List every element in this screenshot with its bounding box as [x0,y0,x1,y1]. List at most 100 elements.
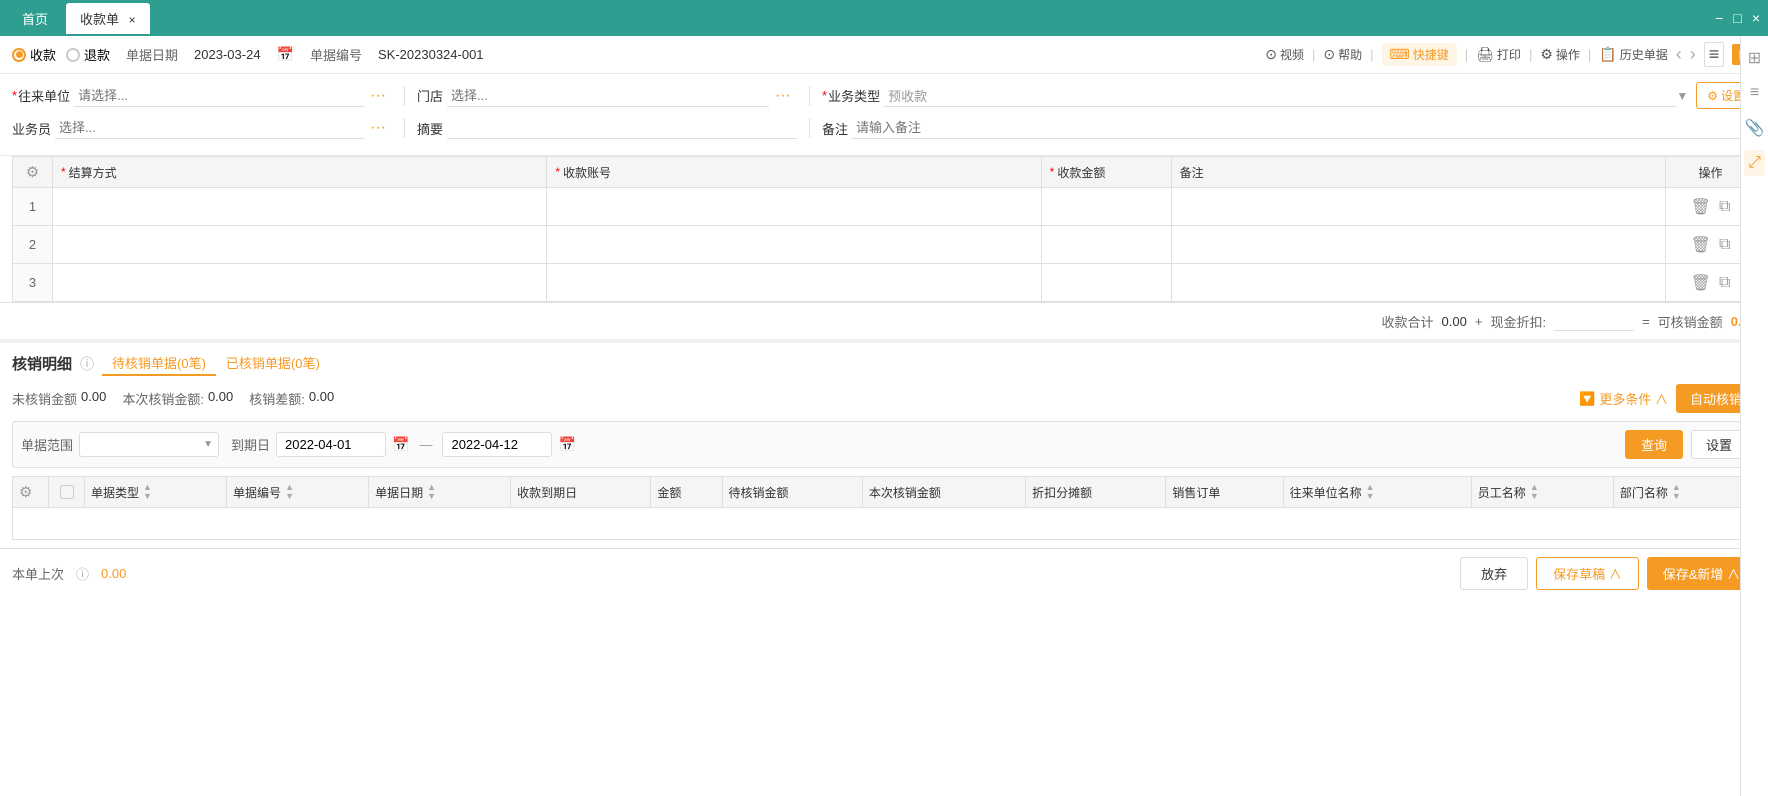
window-close-icon[interactable]: × [1752,10,1760,26]
settle-method-input-1[interactable] [53,188,546,225]
tab-receipt[interactable]: 收款单 × [66,3,150,34]
col-discount: 折扣分摊额 [1026,477,1166,508]
col-dept: 部门名称 ▲▼ [1613,477,1755,508]
table-settings-icon[interactable]: ⚙ [26,164,39,181]
biztype-input[interactable] [884,85,1676,107]
delete-row-1-icon[interactable]: 🗑 [1691,197,1711,217]
remark-input[interactable] [852,117,1756,139]
shop-input[interactable] [447,85,769,107]
amount-input-1[interactable] [1042,188,1171,225]
maximize-icon[interactable]: □ [1733,10,1741,26]
reconcile-title-row: 核销明细 ⓘ 待核销单据(0笔) 已核销单据(0笔) [12,351,1756,376]
more-filter-btn[interactable]: 🔽 更多条件 ∧ [1579,389,1668,408]
salesman-more-icon[interactable]: ··· [364,119,392,137]
tab-bar: 首页 收款单 × − □ × [0,0,1768,36]
range-field: 单据范围 ▼ [21,432,219,457]
nav-right-icon[interactable]: › [1690,44,1696,65]
video-btn[interactable]: ⊙ 视频 [1265,46,1304,63]
help-btn[interactable]: ⊙ 帮助 [1323,46,1362,63]
delete-row-2-icon[interactable]: 🗑 [1691,235,1711,255]
cell-amount-1 [1041,188,1171,226]
date-from-icon[interactable]: 📅 [392,436,409,453]
note-input-1[interactable] [1172,188,1665,225]
prev-next-info-icon: ⓘ [76,564,89,583]
history-btn[interactable]: 📋 历史单据 [1599,46,1667,63]
date-to-input[interactable] [442,432,552,457]
date-from-input[interactable] [276,432,386,457]
sort-dept-icon[interactable]: ▲▼ [1672,483,1681,501]
settings-gear-icon: ⚙ [1707,89,1718,103]
prev-next-label: 本单上次 [12,564,64,583]
print-btn[interactable]: 🖨 打印 [1476,46,1521,63]
account-input-3[interactable] [547,264,1040,301]
save-draft-btn[interactable]: 保存草稿 ∧ [1536,557,1639,590]
counterparty-input[interactable] [74,85,364,107]
reconcile-title: 核销明细 [12,353,72,374]
tab-completed[interactable]: 已核销单据(0笔) [216,351,330,376]
shop-more-icon[interactable]: ··· [769,87,797,105]
salesman-input[interactable] [55,117,364,139]
stat-diff: 核销差额: 0.00 [249,389,334,408]
radio-receipt-circle [12,48,26,62]
sidebar-table-icon[interactable]: ⊞ [1744,44,1765,72]
cell-settle-1 [53,188,547,226]
operations-btn[interactable]: ⚙ 操作 [1540,46,1580,63]
sidebar-list-icon[interactable]: ≡ [1746,80,1763,106]
bottom-settings-btn[interactable]: 设置 [1691,430,1747,459]
sort-doc-type-icon[interactable]: ▲▼ [143,483,152,501]
sort-doc-num-icon[interactable]: ▲▼ [285,483,294,501]
calendar-icon[interactable]: 📅 [277,46,294,63]
search-buttons: 查询 设置 [1625,430,1747,459]
copy-row-1-icon[interactable]: ⧉ [1719,198,1730,216]
summary-input[interactable] [447,117,797,139]
layout-list-icon[interactable]: ≡ [1704,42,1725,67]
receipt-type-radio: 收款 退款 [12,45,110,64]
sidebar-expand-icon[interactable]: ⤢ [1744,150,1765,176]
cell-settle-2 [53,226,547,264]
settle-method-input-3[interactable] [53,264,546,301]
amount-input-3[interactable] [1042,264,1171,301]
shortcut-btn[interactable]: ⌨ 快捷键 [1382,43,1457,66]
biztype-chevron-icon[interactable]: ▼ [1676,89,1688,103]
number-value: SK-20230324-001 [378,47,484,62]
col-doc-date: 单据日期 ▲▼ [369,477,511,508]
salesman-label: 业务员 [12,119,51,138]
bottom-table-settings-icon[interactable]: ⚙ [19,484,32,501]
radio-refund[interactable]: 退款 [66,45,110,64]
abandon-btn[interactable]: 放弃 [1460,557,1528,590]
amount-input-2[interactable] [1042,226,1171,263]
table-row: 2 🗑 ⧉ [13,226,1756,264]
select-all-checkbox[interactable] [60,485,74,499]
query-btn[interactable]: 查询 [1625,430,1683,459]
note-input-3[interactable] [1172,264,1665,301]
salesman-field: 业务员 ··· [12,117,392,139]
copy-row-2-icon[interactable]: ⧉ [1719,236,1730,254]
tab-home[interactable]: 首页 [8,3,62,34]
counterparty-field: * 往来单位 ··· [12,85,392,107]
sort-doc-date-icon[interactable]: ▲▼ [427,483,436,501]
note-input-2[interactable] [1172,226,1665,263]
tab-pending[interactable]: 待核销单据(0笔) [102,351,216,376]
reconcile-info-icon: ⓘ [80,354,94,374]
minimize-icon[interactable]: − [1715,10,1723,26]
radio-receipt[interactable]: 收款 [12,45,56,64]
copy-row-3-icon[interactable]: ⧉ [1719,274,1730,292]
col-note: 备注 [1171,157,1665,188]
discount-label: 现金折扣: [1490,312,1546,331]
form-row-1: * 往来单位 ··· 门店 ··· * 业务类型 ▼ ⚙ 设置 [12,82,1756,109]
account-input-2[interactable] [547,226,1040,263]
delete-row-3-icon[interactable]: 🗑 [1691,273,1711,293]
settle-method-input-2[interactable] [53,226,546,263]
tab-close-icon[interactable]: × [129,13,136,27]
number-label: 单据编号 [310,45,362,64]
sidebar-attach-icon[interactable]: 📎 [1741,114,1768,142]
discount-input[interactable] [1554,311,1634,331]
footer-actions: 放弃 保存草稿 ∧ 保存&新增 ∧ [1460,557,1756,590]
range-select[interactable] [79,432,219,457]
date-to-icon[interactable]: 📅 [558,436,575,453]
nav-left-icon[interactable]: ‹ [1676,44,1682,65]
counterparty-more-icon[interactable]: ··· [364,87,392,105]
sort-counterparty-icon[interactable]: ▲▼ [1366,483,1375,501]
sort-employee-icon[interactable]: ▲▼ [1530,483,1539,501]
account-input-1[interactable] [547,188,1040,225]
